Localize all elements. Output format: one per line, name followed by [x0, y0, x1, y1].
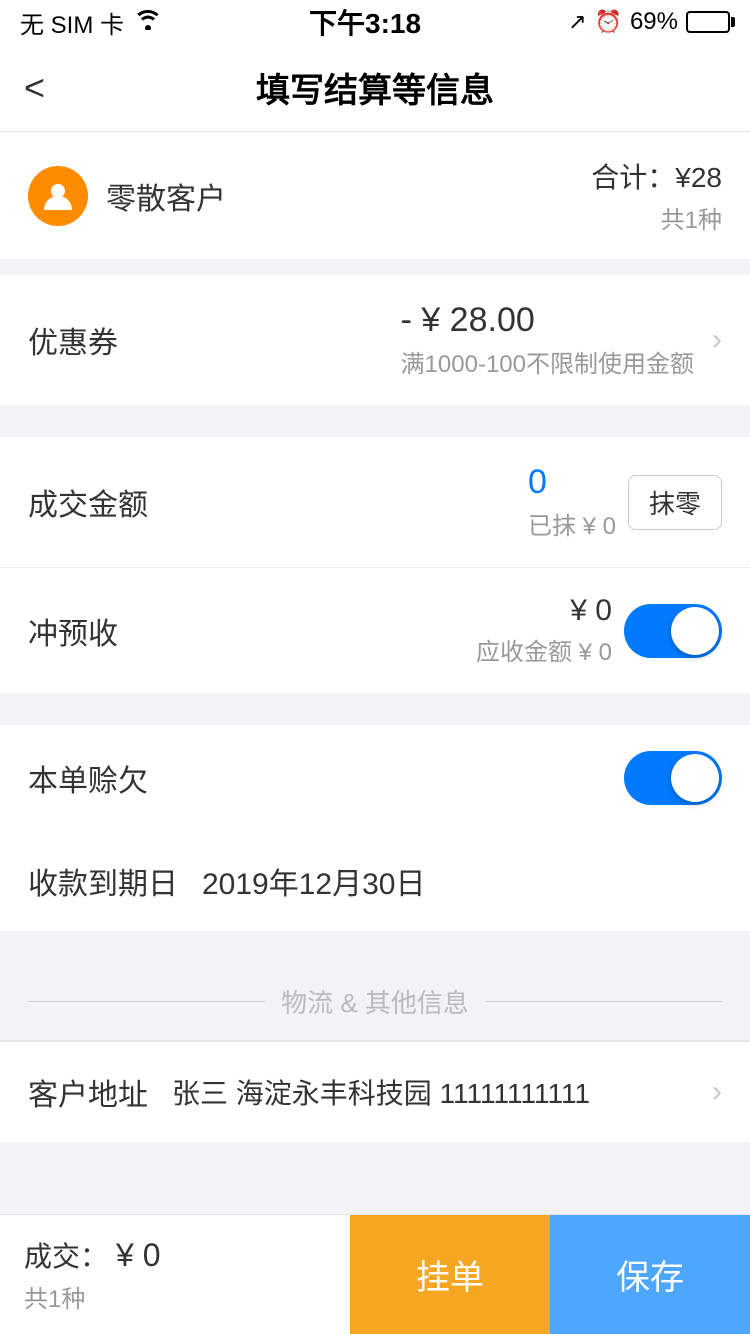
- content: 零散客户 合计：¥28 共1种 优惠券 - ¥ 28.00 满1000-100不…: [0, 132, 750, 1298]
- preorder-row: 冲预收 ¥ 0 应收金额 ¥ 0: [0, 567, 750, 693]
- transaction-label: 成交金额: [28, 480, 148, 524]
- save-button[interactable]: 保存: [550, 1215, 750, 1334]
- divider-2: [0, 709, 750, 725]
- battery-icon: [686, 11, 730, 33]
- logistics-label: 物流 & 其他信息: [281, 983, 469, 1020]
- bottom-deal-amount: ¥ 0: [116, 1237, 160, 1274]
- coupon-sub: 满1000-100不限制使用金额: [401, 344, 694, 379]
- address-chevron-icon: ›: [712, 1075, 722, 1109]
- chevron-right-icon: ›: [712, 323, 722, 357]
- preorder-toggle[interactable]: [624, 604, 722, 658]
- customer-row: 零散客户 合计：¥28 共1种: [0, 132, 750, 259]
- alarm-icon: ⏰: [595, 9, 622, 35]
- status-time: 下午3:18: [309, 2, 421, 42]
- transaction-value: 0: [528, 463, 616, 502]
- debt-row: 本单赊欠: [0, 725, 750, 831]
- coupon-section: 优惠券 - ¥ 28.00 满1000-100不限制使用金额 ›: [0, 275, 750, 405]
- hold-button[interactable]: 挂单: [350, 1215, 550, 1334]
- preorder-amount: ¥ 0: [476, 594, 612, 628]
- status-bar: 无 SIM 卡 下午3:18 ↗ ⏰ 69%: [0, 0, 750, 44]
- divider-1: [0, 421, 750, 437]
- customer-avatar: [28, 166, 88, 226]
- bottom-bar: 成交： ¥ 0 共1种 挂单 保存: [0, 1214, 750, 1334]
- coupon-row[interactable]: 优惠券 - ¥ 28.00 满1000-100不限制使用金额 ›: [0, 275, 750, 405]
- transaction-right: 0 已抹 ¥ 0 抹零: [528, 463, 722, 541]
- coupon-amount: - ¥ 28.00: [401, 301, 694, 340]
- location-icon: ↗: [568, 9, 586, 35]
- preorder-right-container: ¥ 0 应收金额 ¥ 0: [476, 594, 722, 667]
- due-date-value: 2019年12月30日: [202, 859, 425, 903]
- debt-toggle[interactable]: [624, 751, 722, 805]
- nav-bar: < 填写结算等信息: [0, 44, 750, 132]
- logistics-header: 物流 & 其他信息: [0, 963, 750, 1040]
- bottom-deal-label: 成交：: [24, 1235, 108, 1275]
- divider-line-right: [485, 1001, 722, 1002]
- bottom-deal: 成交： ¥ 0: [24, 1235, 326, 1275]
- status-right: ↗ ⏰ 69%: [568, 8, 730, 36]
- address-row[interactable]: 客户地址 张三 海淀永丰科技园 11111111111 ›: [0, 1042, 750, 1142]
- round-button[interactable]: 抹零: [628, 475, 722, 530]
- page-title: 填写结算等信息: [256, 63, 494, 112]
- transaction-section: 成交金额 0 已抹 ¥ 0 抹零 冲预收 ¥ 0 应收金额 ¥ 0: [0, 437, 750, 693]
- address-value: 张三 海淀永丰科技园 11111111111: [172, 1072, 706, 1112]
- wifi-icon: [134, 8, 162, 37]
- toggle-knob: [671, 607, 719, 655]
- debt-toggle-knob: [671, 754, 719, 802]
- debt-section: 本单赊欠 收款到期日 2019年12月30日: [0, 725, 750, 931]
- address-label: 客户地址: [28, 1070, 148, 1114]
- divider-line-left: [28, 1001, 265, 1002]
- logistics-divider: 物流 & 其他信息: [28, 983, 722, 1020]
- address-section: 客户地址 张三 海淀永丰科技园 11111111111 ›: [0, 1042, 750, 1142]
- preorder-amounts: ¥ 0 应收金额 ¥ 0: [476, 594, 612, 667]
- due-date-row: 收款到期日 2019年12月30日: [0, 831, 750, 931]
- customer-total-amount: 合计：¥28: [591, 156, 722, 196]
- back-button[interactable]: <: [24, 67, 45, 109]
- bottom-count: 共1种: [24, 1279, 326, 1314]
- debt-label: 本单赊欠: [28, 756, 148, 800]
- preorder-label: 冲预收: [28, 609, 118, 653]
- transaction-row: 成交金额 0 已抹 ¥ 0 抹零: [0, 437, 750, 567]
- already-rounded: 已抹 ¥ 0: [528, 506, 616, 541]
- customer-section: 零散客户 合计：¥28 共1种: [0, 132, 750, 259]
- customer-name: 零散客户: [106, 174, 226, 218]
- customer-total: 合计：¥28 共1种: [591, 156, 722, 235]
- coupon-right: - ¥ 28.00 满1000-100不限制使用金额 ›: [401, 301, 722, 379]
- coupon-label: 优惠券: [28, 318, 118, 362]
- bottom-info: 成交： ¥ 0 共1种: [0, 1215, 350, 1334]
- preorder-receivable: 应收金额 ¥ 0: [476, 632, 612, 667]
- customer-left: 零散客户: [28, 166, 226, 226]
- status-left: 无 SIM 卡: [20, 5, 162, 40]
- battery-percent: 69%: [630, 8, 678, 36]
- due-date-label: 收款到期日: [28, 859, 178, 903]
- carrier-label: 无 SIM 卡: [20, 5, 124, 40]
- debt-right: [624, 751, 722, 805]
- customer-total-count: 共1种: [591, 200, 722, 235]
- divider-3: [0, 947, 750, 963]
